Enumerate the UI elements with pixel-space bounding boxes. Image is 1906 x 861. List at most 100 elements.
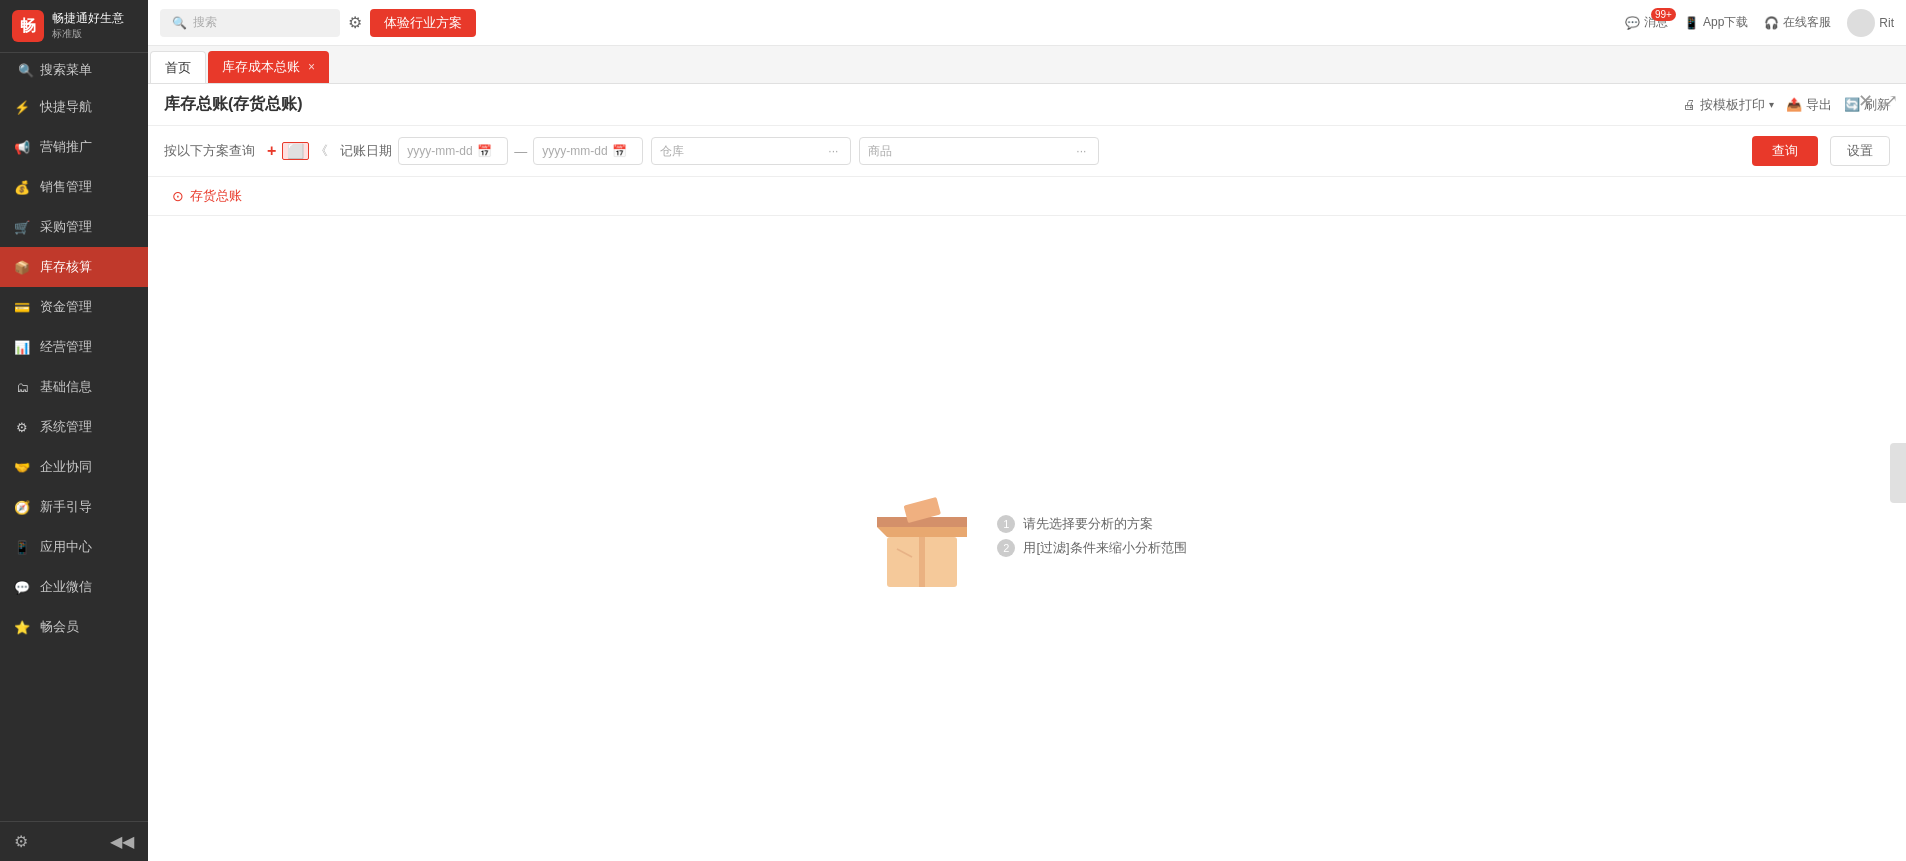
user-menu-btn[interactable]: Rit xyxy=(1847,9,1894,37)
warehouse-more-icon[interactable]: ··· xyxy=(824,144,842,158)
empty-text: 1 请先选择要分析的方案 2 用[过滤]条件来缩小分析范围 xyxy=(997,515,1186,563)
export-btn[interactable]: 📤 导出 xyxy=(1786,96,1832,114)
operation-icon: 📊 xyxy=(12,337,32,357)
app-download-btn[interactable]: 📱 App下载 xyxy=(1684,14,1748,31)
sub-filter-inventory[interactable]: ⊙ 存货总账 xyxy=(164,183,250,209)
marketing-icon: 📢 xyxy=(12,137,32,157)
system-icon: ⚙ xyxy=(12,417,32,437)
headset-icon: 🎧 xyxy=(1764,16,1779,30)
enterprise-icon: 🤝 xyxy=(12,457,32,477)
export-icon: 📤 xyxy=(1786,97,1802,112)
message-icon: 💬 xyxy=(1625,16,1640,30)
sidebar-item-vip[interactable]: ⭐ 畅会员 xyxy=(0,607,148,647)
tab-close-btn[interactable]: × xyxy=(308,60,315,74)
product-more-icon[interactable]: ··· xyxy=(1072,144,1090,158)
sidebar-item-purchase[interactable]: 🛒 采购管理 xyxy=(0,207,148,247)
warehouse-select[interactable]: 仓库 ··· xyxy=(651,137,851,165)
empty-hint-2: 2 用[过滤]条件来缩小分析范围 xyxy=(997,539,1186,557)
print-icon: 🖨 xyxy=(1683,97,1696,112)
message-btn[interactable]: 💬 消息 99+ xyxy=(1625,14,1668,31)
tab-home[interactable]: 首页 xyxy=(150,51,206,83)
main-area: 🔍 搜索 ⚙ 体验行业方案 💬 消息 99+ 📱 App下载 🎧 在线客服 xyxy=(148,0,1906,861)
empty-state-content: 1 请先选择要分析的方案 2 用[过滤]条件来缩小分析范围 xyxy=(867,489,1186,589)
inventory-icon: 📦 xyxy=(12,257,32,277)
sidebar-item-app-center[interactable]: 📱 应用中心 xyxy=(0,527,148,567)
calendar-end-icon: 📅 xyxy=(612,144,627,158)
sidebar-item-system[interactable]: ⚙ 系统管理 xyxy=(0,407,148,447)
top-header: 🔍 搜索 ⚙ 体验行业方案 💬 消息 99+ 📱 App下载 🎧 在线客服 xyxy=(148,0,1906,46)
header-gear-icon[interactable]: ⚙ xyxy=(348,13,362,32)
basic-icon: 🗂 xyxy=(12,377,32,397)
app-logo-text: 畅捷通好生意 标准版 xyxy=(52,11,124,41)
filter-date-item: 记账日期 yyyy-mm-dd 📅 — yyyy-mm-dd 📅 xyxy=(340,137,643,165)
sidebar-item-sales[interactable]: 💰 销售管理 xyxy=(0,167,148,207)
header-left: 🔍 搜索 ⚙ 体验行业方案 xyxy=(160,9,476,37)
page-header: 库存总账(存货总账) 🖨 按模板打印 ▾ 📤 导出 🔄 刷新 xyxy=(148,84,1906,126)
sidebar-item-marketing[interactable]: 📢 营销推广 xyxy=(0,127,148,167)
app-logo-icon: 畅 xyxy=(12,10,44,42)
filter-product-item: 商品 ··· xyxy=(859,137,1099,165)
sidebar-nav: ⚡ 快捷导航 📢 营销推广 💰 销售管理 🛒 采购管理 📦 库存核算 💳 资金管… xyxy=(0,87,148,821)
content-top-right-actions: ✕ ⤢ xyxy=(1850,84,1906,118)
online-service-btn[interactable]: 🎧 在线客服 xyxy=(1764,14,1831,31)
filter-label: 按以下方案查询 xyxy=(164,142,255,160)
newbie-icon: 🧭 xyxy=(12,497,32,517)
finance-icon: 💳 xyxy=(12,297,32,317)
query-button[interactable]: 查询 xyxy=(1752,136,1818,166)
sidebar-item-operation[interactable]: 📊 经营管理 xyxy=(0,327,148,367)
right-panel-handle[interactable] xyxy=(1890,443,1906,503)
header-right: 💬 消息 99+ 📱 App下载 🎧 在线客服 Rit xyxy=(1625,9,1894,37)
page-title: 库存总账(存货总账) xyxy=(164,94,303,115)
empty-state: 1 请先选择要分析的方案 2 用[过滤]条件来缩小分析范围 xyxy=(148,216,1906,861)
wechat-icon: 💬 xyxy=(12,577,32,597)
industry-btn[interactable]: 体验行业方案 xyxy=(370,9,476,37)
sidebar-item-newbie[interactable]: 🧭 新手引导 xyxy=(0,487,148,527)
filter-collapse-btn[interactable]: 《 xyxy=(315,142,328,160)
tab-bar: 首页 库存成本总账 × xyxy=(148,46,1906,84)
sidebar-logo: 畅 畅捷通好生意 标准版 xyxy=(0,0,148,53)
search-icon: 🔍 xyxy=(18,63,34,78)
sidebar-footer: ⚙ ◀◀ xyxy=(0,821,148,861)
settings-footer-icon[interactable]: ⚙ xyxy=(14,832,28,851)
sales-icon: 💰 xyxy=(12,177,32,197)
filter-actions: + ⬜ 《 xyxy=(267,142,328,160)
collapse-sidebar-btn[interactable]: ◀◀ xyxy=(110,832,134,851)
calendar-start-icon: 📅 xyxy=(477,144,492,158)
search-icon: 🔍 xyxy=(172,16,187,30)
svg-marker-1 xyxy=(877,527,967,537)
close-panel-btn[interactable]: ✕ xyxy=(1858,90,1873,112)
quick-nav-icon: ⚡ xyxy=(12,97,32,117)
user-avatar xyxy=(1847,9,1875,37)
print-dropdown-icon: ▾ xyxy=(1769,99,1774,110)
filter-warehouse-item: 仓库 ··· xyxy=(651,137,851,165)
date-start-input[interactable]: yyyy-mm-dd 📅 xyxy=(398,137,508,165)
purchase-icon: 🛒 xyxy=(12,217,32,237)
tab-inventory-ledger[interactable]: 库存成本总账 × xyxy=(208,51,329,83)
empty-box-illustration xyxy=(867,489,967,589)
product-select[interactable]: 商品 ··· xyxy=(859,137,1099,165)
setting-button[interactable]: 设置 xyxy=(1830,136,1890,166)
sidebar-item-inventory[interactable]: 📦 库存核算 xyxy=(0,247,148,287)
expand-panel-btn[interactable]: ⤢ xyxy=(1883,90,1898,112)
top-search-bar[interactable]: 🔍 搜索 xyxy=(160,9,340,37)
content-area: 库存总账(存货总账) 🖨 按模板打印 ▾ 📤 导出 🔄 刷新 按以下方案查 xyxy=(148,84,1906,861)
phone-icon: 📱 xyxy=(1684,16,1699,30)
date-dash: — xyxy=(514,144,527,159)
filter-del-btn[interactable]: ⬜ xyxy=(282,142,309,160)
app-center-icon: 📱 xyxy=(12,537,32,557)
sidebar-item-basic[interactable]: 🗂 基础信息 xyxy=(0,367,148,407)
sub-filter-bar: ⊙ 存货总账 xyxy=(148,177,1906,216)
filter-bar: 按以下方案查询 + ⬜ 《 记账日期 yyyy-mm-dd 📅 — yyyy-m… xyxy=(148,126,1906,177)
sidebar-item-quick-nav[interactable]: ⚡ 快捷导航 xyxy=(0,87,148,127)
vip-icon: ⭐ xyxy=(12,617,32,637)
filter-row: 记账日期 yyyy-mm-dd 📅 — yyyy-mm-dd 📅 仓库 ··· xyxy=(340,137,1740,165)
print-btn[interactable]: 🖨 按模板打印 ▾ xyxy=(1683,96,1774,114)
sidebar: 畅 畅捷通好生意 标准版 🔍 搜索菜单 ⚡ 快捷导航 📢 营销推广 💰 销售管理… xyxy=(0,0,148,861)
sidebar-item-finance[interactable]: 💳 资金管理 xyxy=(0,287,148,327)
sidebar-search-btn[interactable]: 🔍 搜索菜单 xyxy=(0,53,148,87)
date-end-input[interactable]: yyyy-mm-dd 📅 xyxy=(533,137,643,165)
sidebar-item-enterprise[interactable]: 🤝 企业协同 xyxy=(0,447,148,487)
sub-filter-icon: ⊙ xyxy=(172,188,184,204)
sidebar-item-wechat[interactable]: 💬 企业微信 xyxy=(0,567,148,607)
filter-add-btn[interactable]: + xyxy=(267,142,276,160)
